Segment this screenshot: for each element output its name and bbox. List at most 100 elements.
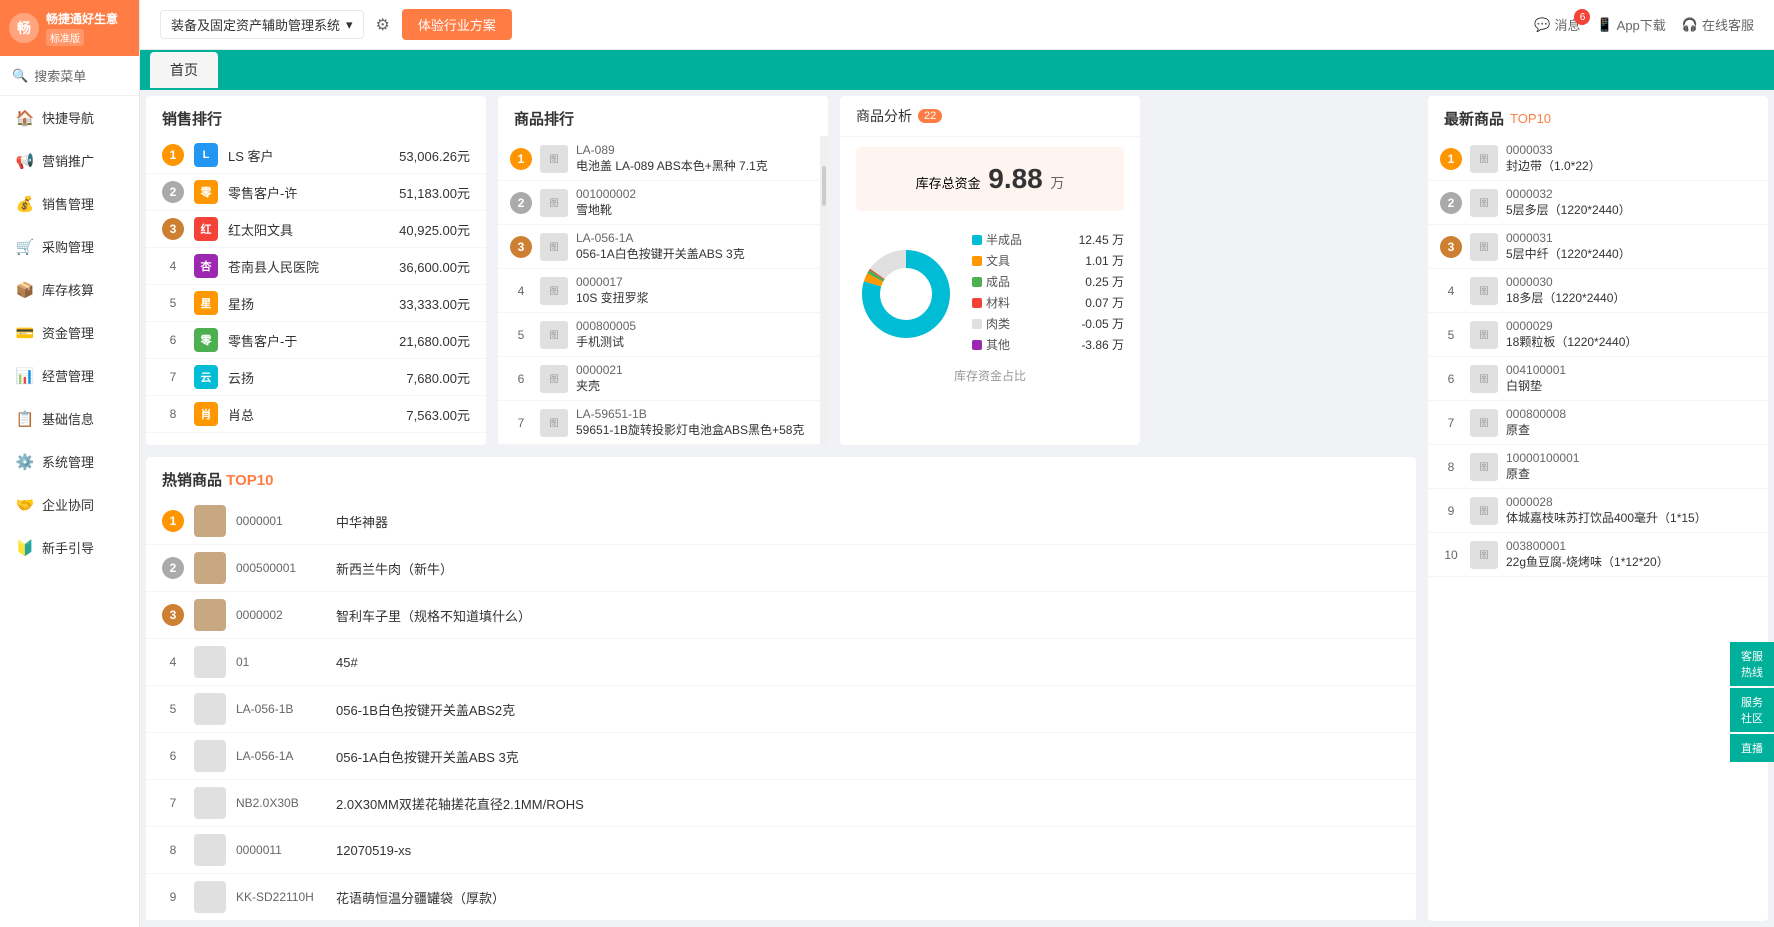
newest-product-item: 7 图 000800008 原查 bbox=[1428, 401, 1768, 445]
hot-product-item: 3 0000002 智利车子里（规格不知道填什么） bbox=[146, 592, 1416, 639]
hot-code: LA-056-1B bbox=[236, 702, 326, 716]
float-btn-community[interactable]: 服务 社区 bbox=[1730, 688, 1774, 732]
rank-amount: 51,183.00元 bbox=[399, 183, 470, 202]
sales-rank-item: 1 L LS 客户 53,006.26元 bbox=[146, 137, 486, 174]
rank-avatar: 零 bbox=[194, 328, 218, 352]
legend-label: 文具 bbox=[986, 252, 1085, 269]
newest-img: 图 bbox=[1470, 145, 1498, 173]
hot-code: 0000001 bbox=[236, 514, 326, 528]
newest-product-item: 6 图 004100001 白钢垫 bbox=[1428, 357, 1768, 401]
sales-rank-item: 5 星 星扬 33,333.00元 bbox=[146, 285, 486, 322]
hot-product-item: 1 0000001 中华神器 bbox=[146, 498, 1416, 545]
product-rank-item: 6 图 0000021 夹壳 bbox=[498, 357, 828, 401]
sidebar-item-quick-nav[interactable]: 🏠 快捷导航 bbox=[0, 96, 139, 139]
newest-name: 18多层（1220*2440） bbox=[1506, 289, 1756, 306]
legend-dot bbox=[972, 319, 982, 329]
sidebar-item-enterprise[interactable]: 🤝 企业协同 bbox=[0, 483, 139, 526]
rank-avatar: 红 bbox=[194, 217, 218, 241]
dropdown-icon: ▾ bbox=[346, 17, 353, 33]
nav-tabs: 首页 bbox=[140, 50, 1774, 90]
inv-badge: 22 bbox=[918, 109, 942, 123]
topbar: 装备及固定资产辅助管理系统 ▾ ⚙ 体验行业方案 💬 消息 6 📱 App下载 … bbox=[140, 0, 1774, 50]
hot-img bbox=[194, 599, 226, 631]
sales-rank-item: 6 零 零售客户-于 21,680.00元 bbox=[146, 322, 486, 359]
hot-code: 0000011 bbox=[236, 843, 326, 857]
newest-img: 图 bbox=[1470, 233, 1498, 261]
hot-img bbox=[194, 787, 226, 819]
sales-ranking-title: 销售排行 bbox=[146, 96, 486, 137]
hot-name: 智利车子里（规格不知道填什么） bbox=[336, 606, 1400, 625]
sidebar-item-system[interactable]: ⚙️ 系统管理 bbox=[0, 440, 139, 483]
sidebar-item-marketing[interactable]: 📢 营销推广 bbox=[0, 139, 139, 182]
message-item[interactable]: 💬 消息 6 bbox=[1534, 15, 1580, 34]
operations-icon: 📊 bbox=[16, 367, 34, 385]
settings-icon[interactable]: ⚙ bbox=[376, 15, 390, 35]
legend-item: 文具 1.01 万 bbox=[972, 252, 1124, 269]
sidebar-item-basic-info[interactable]: 📋 基础信息 bbox=[0, 397, 139, 440]
newest-name: 22g鱼豆腐-烧烤味（1*12*20） bbox=[1506, 553, 1756, 570]
product-rank-item: 5 图 000800005 手机测试 bbox=[498, 313, 828, 357]
hot-product-item: 4 01 45# bbox=[146, 639, 1416, 686]
rank-number: 4 bbox=[162, 255, 184, 277]
hot-name: 056-1B白色按键开关盖ABS2克 bbox=[336, 700, 1400, 719]
product-rank-item: 3 图 LA-056-1A 056-1A白色按键开关盖ABS 3克 bbox=[498, 225, 828, 269]
hot-rank-num: 8 bbox=[162, 839, 184, 861]
hot-name: 中华神器 bbox=[336, 512, 1400, 531]
newest-rank-num: 7 bbox=[1440, 412, 1462, 434]
sidebar-item-inventory[interactable]: 📦 库存核算 bbox=[0, 268, 139, 311]
newest-name: 5层中纤（1220*2440） bbox=[1506, 245, 1756, 262]
sidebar-item-purchase[interactable]: 🛒 采购管理 bbox=[0, 225, 139, 268]
search-menu[interactable]: 🔍 搜索菜单 bbox=[0, 56, 139, 96]
sales-rank-item: 4 杏 苍南县人民医院 36,600.00元 bbox=[146, 248, 486, 285]
rank-number: 2 bbox=[162, 181, 184, 203]
enterprise-icon: 🤝 bbox=[16, 496, 34, 514]
app-download-item[interactable]: 📱 App下载 bbox=[1596, 15, 1665, 34]
rank-name: 红太阳文具 bbox=[228, 220, 389, 239]
hot-rank-num: 5 bbox=[162, 698, 184, 720]
sales-rank-item: 8 肖 肖总 7,563.00元 bbox=[146, 396, 486, 433]
marketing-icon: 📢 bbox=[16, 152, 34, 170]
legend-label: 肉类 bbox=[986, 315, 1081, 332]
hot-product-item: 9 KK-SD22110H 花语萌恒温分疆罐袋（厚款） bbox=[146, 874, 1416, 921]
rank-amount: 21,680.00元 bbox=[399, 331, 470, 350]
hot-img bbox=[194, 881, 226, 913]
hot-rank-num: 2 bbox=[162, 557, 184, 579]
legend-dot bbox=[972, 235, 982, 245]
sidebar-item-newbie[interactable]: 🔰 新手引导 bbox=[0, 526, 139, 569]
product-rank-item: 7 图 LA-59651-1B 59651-1B旋转投影灯电池盒ABS黑色+58… bbox=[498, 401, 828, 445]
rank-number: 5 bbox=[162, 292, 184, 314]
prod-name: 59651-1B旋转投影灯电池盒ABS黑色+58克 bbox=[576, 421, 816, 438]
legend-dot bbox=[972, 298, 982, 308]
product-rank-item: 1 图 LA-089 电池盖 LA-089 ABS本色+黑种 7.1克 bbox=[498, 137, 828, 181]
newest-rank-num: 9 bbox=[1440, 500, 1462, 522]
rank-avatar: 零 bbox=[194, 180, 218, 204]
prod-rank-num: 1 bbox=[510, 148, 532, 170]
rank-name: LS 客户 bbox=[228, 146, 389, 165]
scrollbar[interactable] bbox=[820, 136, 828, 445]
prod-code: 0000017 bbox=[576, 275, 816, 289]
tab-home[interactable]: 首页 bbox=[150, 52, 218, 88]
float-btn-service[interactable]: 客服 热线 bbox=[1730, 642, 1774, 686]
newest-product-item: 3 图 0000031 5层中纤（1220*2440） bbox=[1428, 225, 1768, 269]
legend-dot bbox=[972, 277, 982, 287]
prod-img: 图 bbox=[540, 145, 568, 173]
hot-img bbox=[194, 740, 226, 772]
legend-dot bbox=[972, 256, 982, 266]
sidebar-item-finance[interactable]: 💳 资金管理 bbox=[0, 311, 139, 354]
inv-footer: 库存资金占比 bbox=[840, 367, 1140, 392]
sidebar-item-label-inventory: 库存核算 bbox=[42, 280, 94, 299]
newbie-icon: 🔰 bbox=[16, 539, 34, 557]
sales-list: 1 L LS 客户 53,006.26元 2 零 零售客户-许 51,183.0… bbox=[146, 137, 486, 433]
hot-product-item: 7 NB2.0X30B 2.0X30MM双搓花轴搓花直径2.1MM/ROHS bbox=[146, 780, 1416, 827]
newest-img: 图 bbox=[1470, 277, 1498, 305]
online-service-item[interactable]: 🎧 在线客服 bbox=[1682, 15, 1754, 34]
sidebar-item-operations[interactable]: 📊 经营管理 bbox=[0, 354, 139, 397]
newest-title: 最新商品 bbox=[1444, 108, 1504, 129]
hot-product-item: 8 0000011 12070519-xs bbox=[146, 827, 1416, 874]
trial-button[interactable]: 体验行业方案 bbox=[402, 9, 512, 40]
sidebar-item-sales[interactable]: 💰 销售管理 bbox=[0, 182, 139, 225]
hot-img bbox=[194, 693, 226, 725]
float-btn-live[interactable]: 直播 bbox=[1730, 734, 1774, 762]
system-selector[interactable]: 装备及固定资产辅助管理系统 ▾ bbox=[160, 10, 364, 39]
legend-item: 成品 0.25 万 bbox=[972, 273, 1124, 290]
